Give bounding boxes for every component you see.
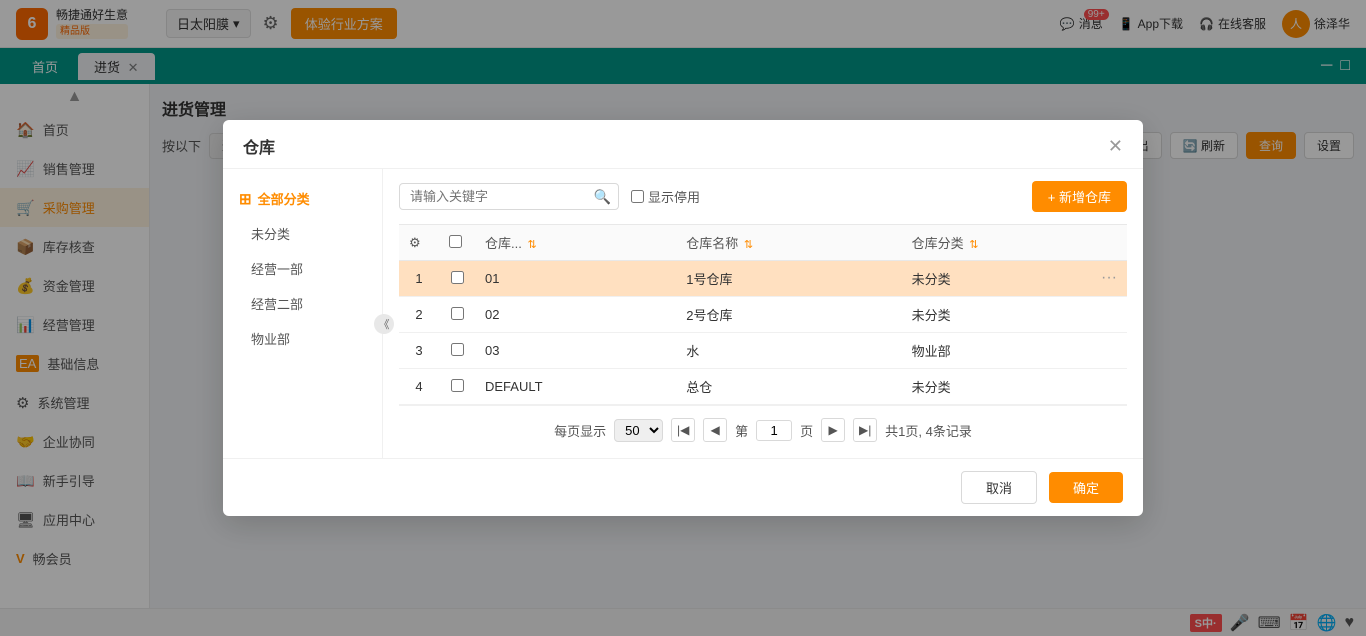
row-code: 03 [475,333,676,369]
modal-close-button[interactable]: ✕ [1108,137,1123,155]
show-disabled-text: 显示停用 [648,187,700,206]
row-checkbox[interactable] [451,379,464,392]
category-all[interactable]: ⊞ 全部分类 [223,181,382,216]
modal-content: 🔍 显示停用 + 新增仓库 ⚙ [383,169,1143,458]
row-checkbox-cell [439,369,475,405]
th-category: 仓库分类 ⇅ [902,225,1127,261]
confirm-button[interactable]: 确定 [1049,472,1123,503]
category-item-unclassified[interactable]: 未分类 [223,216,382,251]
row-checkbox-cell [439,297,475,333]
row-name: 2号仓库 [676,297,901,333]
row-checkbox[interactable] [451,271,464,284]
category-item-dept1[interactable]: 经营一部 [223,251,382,286]
page-last-button[interactable]: ▶| [853,418,877,442]
row-more-icon[interactable]: ··· [1101,269,1117,287]
warehouse-table: ⚙ 仓库... ⇅ 仓库名称 ⇅ [399,224,1127,405]
row-num: 2 [399,297,439,333]
row-code: 01 [475,261,676,297]
modal-overlay: 仓库 ✕ ⊞ 全部分类 未分类 经营一部 经营二部 物业部 《 [0,0,1366,636]
search-icon[interactable]: 🔍 [594,188,611,205]
table-row[interactable]: 1 01 1号仓库 未分类 ··· [399,261,1127,297]
category-collapse-button[interactable]: 《 [374,314,394,334]
grid-icon: ⊞ [239,190,252,208]
table-row[interactable]: 4 DEFAULT 总仓 未分类 [399,369,1127,405]
category-sidebar: ⊞ 全部分类 未分类 经营一部 经营二部 物业部 《 [223,169,383,458]
cancel-button[interactable]: 取消 [961,471,1037,504]
row-checkbox[interactable] [451,343,464,356]
table-row[interactable]: 2 02 2号仓库 未分类 [399,297,1127,333]
th-name: 仓库名称 ⇅ [676,225,901,261]
row-checkbox-cell [439,261,475,297]
sort-icon-name: ⇅ [744,239,753,251]
sort-icon-category: ⇅ [969,239,978,251]
category-item-property[interactable]: 物业部 [223,321,382,356]
table-container: ⚙ 仓库... ⇅ 仓库名称 ⇅ [399,224,1127,405]
total-label: 共1页, 4条记录 [885,421,972,440]
row-checkbox-cell [439,333,475,369]
row-category: 未分类 [902,369,1127,405]
row-num: 4 [399,369,439,405]
row-name: 水 [676,333,901,369]
per-page-label: 每页显示 [554,421,606,440]
row-code: DEFAULT [475,369,676,405]
pagination: 每页显示 50 |◀ ◀ 第 页 ▶ ▶| 共1页, 4条记录 [399,405,1127,446]
page-label: 第 [735,421,748,440]
select-all-checkbox[interactable] [449,235,462,248]
show-disabled-checkbox[interactable] [631,190,644,203]
row-category: 未分类 ··· [902,261,1127,297]
sort-icon-code: ⇅ [527,239,536,251]
category-all-label: 全部分类 [258,189,310,208]
page-size-select[interactable]: 50 [614,419,663,442]
row-code: 02 [475,297,676,333]
row-name: 1号仓库 [676,261,901,297]
row-num: 1 [399,261,439,297]
th-settings: ⚙ [399,225,439,261]
search-input-wrap: 🔍 [399,183,619,210]
category-item-dept2[interactable]: 经营二部 [223,286,382,321]
row-num: 3 [399,333,439,369]
page-next-button[interactable]: ▶ [821,418,845,442]
search-input[interactable] [399,183,619,210]
table-header-row: ⚙ 仓库... ⇅ 仓库名称 ⇅ [399,225,1127,261]
row-category: 物业部 [902,333,1127,369]
modal-title: 仓库 [243,134,275,158]
th-code: 仓库... ⇅ [475,225,676,261]
add-warehouse-button[interactable]: + 新增仓库 [1032,181,1127,212]
page-input[interactable] [756,420,792,441]
row-checkbox[interactable] [451,307,464,320]
show-disabled-label[interactable]: 显示停用 [631,187,700,206]
warehouse-modal: 仓库 ✕ ⊞ 全部分类 未分类 经营一部 经营二部 物业部 《 [223,120,1143,516]
page-first-button[interactable]: |◀ [671,418,695,442]
th-checkbox [439,225,475,261]
search-row: 🔍 显示停用 + 新增仓库 [399,181,1127,212]
page-prev-button[interactable]: ◀ [703,418,727,442]
modal-footer: 取消 确定 [223,458,1143,516]
row-category: 未分类 [902,297,1127,333]
table-row[interactable]: 3 03 水 物业部 [399,333,1127,369]
modal-header: 仓库 ✕ [223,120,1143,169]
modal-body: ⊞ 全部分类 未分类 经营一部 经营二部 物业部 《 🔍 [223,169,1143,458]
page-unit: 页 [800,421,813,440]
row-name: 总仓 [676,369,901,405]
